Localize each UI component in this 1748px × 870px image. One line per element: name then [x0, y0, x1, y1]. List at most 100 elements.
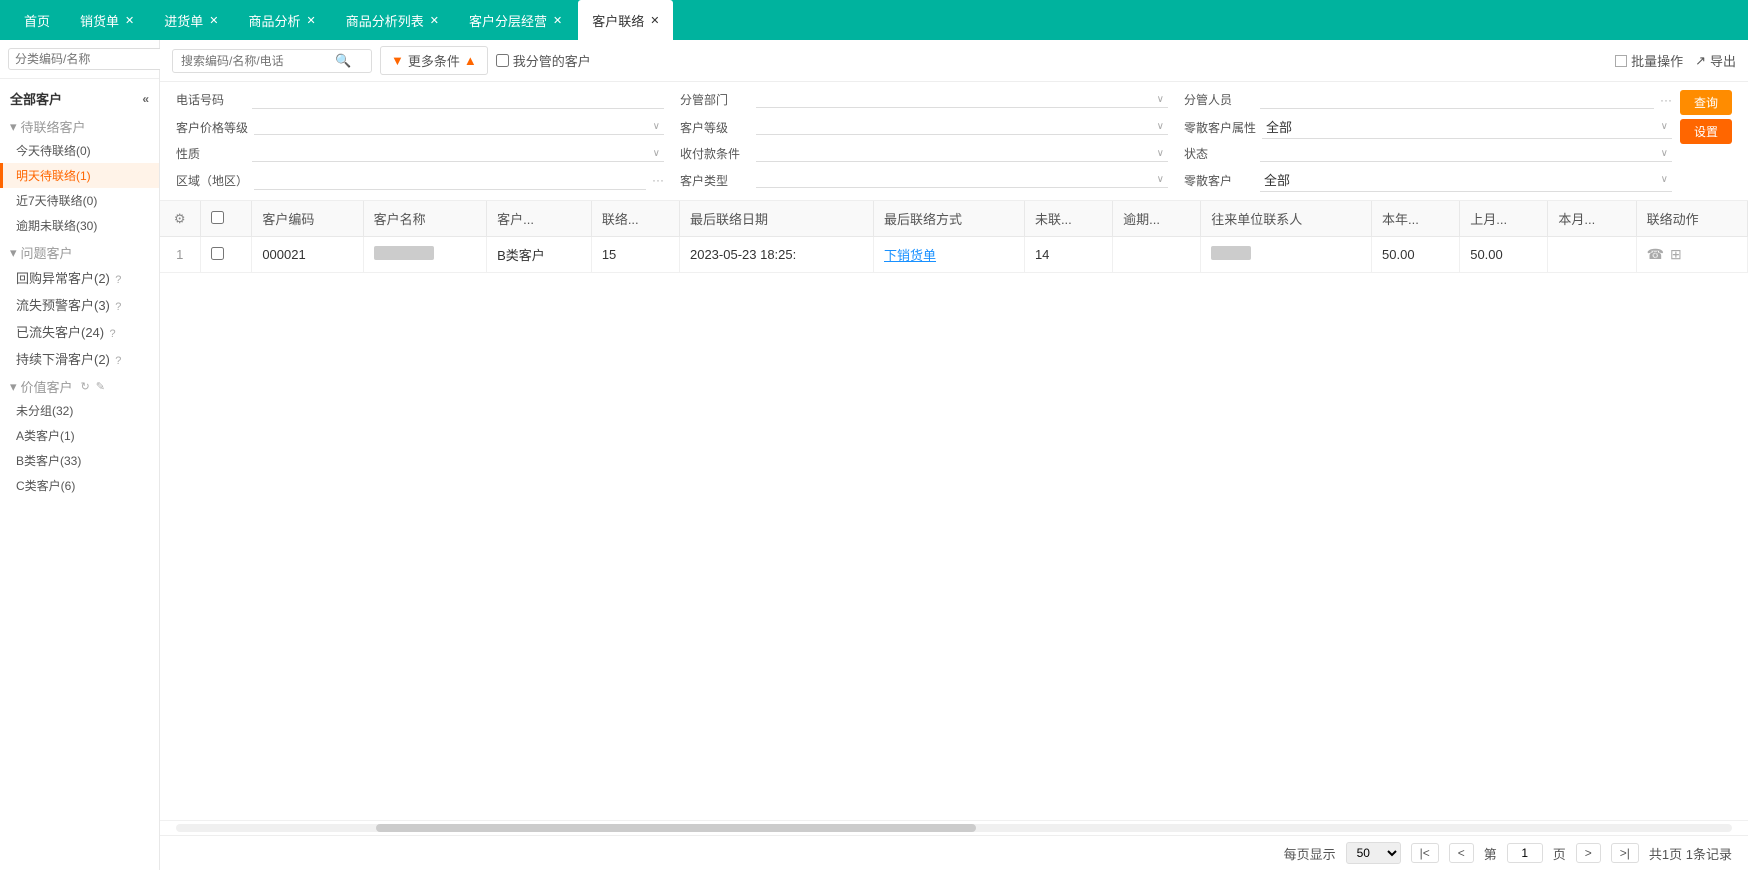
status-label: 状态	[1184, 145, 1254, 162]
sidebar-item-b-class[interactable]: B类客户(33)	[0, 448, 159, 473]
contact-type-link[interactable]: 下销货单	[884, 248, 936, 263]
close-icon[interactable]: ✕	[553, 14, 562, 27]
content-toolbar: 🔍 ▼ 更多条件 ▲ 我分管的客户 批量操作 ↗ 导出	[160, 40, 1748, 82]
edit-icon[interactable]: ✎	[96, 380, 105, 393]
nav-home[interactable]: 首页	[10, 0, 64, 40]
next-page-button[interactable]: >	[1576, 843, 1601, 863]
cell-last-contact-type[interactable]: 下销货单	[874, 237, 1025, 273]
pagination-bar: 每页显示 50 10 20 100 |< < 第 页 > >| 共1页 1条记录	[160, 835, 1748, 870]
nav-purchase-order[interactable]: 进货单 ✕	[150, 0, 232, 40]
person-more-icon[interactable]: ···	[1660, 93, 1672, 107]
toolbar-right: 批量操作 ↗ 导出	[1615, 51, 1736, 70]
close-icon[interactable]: ✕	[125, 14, 134, 27]
cell-checkbox[interactable]	[200, 237, 252, 273]
export-button[interactable]: ↗ 导出	[1695, 51, 1736, 70]
filter-form: 电话号码 分管部门 ∨ 分管人员	[160, 82, 1748, 201]
region-input[interactable]	[254, 171, 646, 190]
my-customers-check[interactable]	[496, 54, 509, 67]
select-all-checkbox[interactable]	[211, 211, 224, 224]
query-button[interactable]: 查询	[1680, 90, 1732, 115]
refresh-icon[interactable]: ↻	[81, 380, 90, 393]
retail-attr-select[interactable]: 全部 ∨	[1262, 115, 1672, 139]
chevron-down-icon: ∨	[653, 121, 660, 132]
triangle-down-icon: ▾	[10, 119, 17, 135]
settings-button[interactable]: 设置	[1680, 119, 1732, 144]
top-navigation: 首页 销货单 ✕ 进货单 ✕ 商品分析 ✕ 商品分析列表 ✕ 客户分层经营 ✕ …	[0, 0, 1748, 40]
person-label: 分管人员	[1184, 91, 1254, 108]
sidebar-item-declining[interactable]: 持续下滑客户(2) ?	[0, 345, 159, 372]
filter-actions: 查询 设置	[1672, 90, 1732, 192]
close-icon[interactable]: ✕	[650, 14, 659, 27]
collapse-icon[interactable]: «	[142, 92, 149, 106]
cell-this-month	[1548, 237, 1636, 273]
cell-num: 1	[160, 237, 200, 273]
th-settings[interactable]: ⚙	[160, 201, 200, 237]
price-level-select[interactable]: ∨	[254, 119, 664, 135]
close-icon[interactable]: ✕	[209, 14, 218, 27]
cell-code: 000021	[252, 237, 363, 273]
help-icon: ?	[115, 355, 121, 367]
close-icon[interactable]: ✕	[430, 14, 439, 27]
nav-product-analysis[interactable]: 商品分析 ✕	[234, 0, 329, 40]
nature-select[interactable]: ∨	[252, 146, 664, 162]
last-page-button[interactable]: >|	[1611, 843, 1639, 863]
first-page-button[interactable]: |<	[1411, 843, 1439, 863]
sidebar-search-input[interactable]	[8, 48, 177, 70]
retail-customer-label: 零散客户	[1184, 172, 1254, 189]
my-customers-checkbox[interactable]: 我分管的客户	[496, 51, 591, 70]
sidebar-item-overdue-contact[interactable]: 逾期未联络(30)	[0, 213, 159, 238]
page-number-input[interactable]	[1507, 843, 1543, 863]
row-checkbox[interactable]	[211, 247, 224, 260]
sidebar-item-c-class[interactable]: C类客户(6)	[0, 473, 159, 498]
person-input[interactable]	[1260, 90, 1654, 109]
region-more-icon[interactable]: ···	[652, 173, 664, 187]
search-input[interactable]	[181, 54, 331, 68]
horizontal-scrollbar[interactable]	[176, 824, 1732, 832]
filter-retail-attr: 零散客户属性 全部 ∨	[1184, 115, 1672, 139]
retail-customer-select[interactable]: 全部 ∨	[1260, 168, 1672, 192]
payment-select[interactable]: ∨	[756, 146, 1168, 162]
sidebar-item-ungrouped[interactable]: 未分组(32)	[0, 398, 159, 423]
phone-input[interactable]	[252, 90, 664, 109]
sidebar-item-a-class[interactable]: A类客户(1)	[0, 423, 159, 448]
price-level-label: 客户价格等级	[176, 119, 248, 136]
sidebar-item-churned[interactable]: 已流失客户(24) ?	[0, 318, 159, 345]
customer-type-select[interactable]: ∨	[756, 172, 1168, 188]
filter-row-2: 客户价格等级 ∨ 客户等级 ∨	[176, 115, 1672, 139]
sidebar-item-churn-warning[interactable]: 流失预警客户(3) ?	[0, 291, 159, 318]
th-this-month: 本月...	[1548, 201, 1636, 237]
sidebar-item-today-contact[interactable]: 今天待联络(0)	[0, 138, 159, 163]
page-size-select[interactable]: 50 10 20 100	[1346, 842, 1401, 864]
more-filter-button[interactable]: ▼ 更多条件 ▲	[380, 46, 488, 75]
all-customers-title[interactable]: 全部客户 «	[0, 85, 159, 112]
sidebar-item-7day-contact[interactable]: 近7天待联络(0)	[0, 188, 159, 213]
nav-customer-contact[interactable]: 客户联络 ✕	[578, 0, 673, 40]
customer-level-select[interactable]: ∨	[756, 119, 1168, 135]
chevron-down-icon: ∨	[653, 148, 660, 159]
sidebar-item-tomorrow-contact[interactable]: 明天待联络(1)	[0, 163, 159, 188]
prev-page-button[interactable]: <	[1449, 843, 1474, 863]
status-select[interactable]: ∨	[1260, 146, 1672, 162]
th-checkbox[interactable]	[200, 201, 252, 237]
sidebar-group-value-customers: ▾ 价值客户 ↻ ✎	[0, 372, 159, 398]
gear-icon[interactable]: ⚙	[174, 211, 186, 226]
cell-contact-count: 15	[591, 237, 679, 273]
triangle-down-icon: ▾	[10, 245, 17, 261]
nav-product-analysis-list[interactable]: 商品分析列表 ✕	[332, 0, 453, 40]
sidebar-item-abnormal-repurchase[interactable]: 回购异常客户(2) ?	[0, 264, 159, 291]
grid-action-icon[interactable]: ⊞	[1670, 246, 1682, 263]
phone-action-icon[interactable]: ☎	[1647, 246, 1664, 263]
search-icon[interactable]: 🔍	[335, 53, 351, 69]
sidebar-group-pending-contact: ▾ 待联络客户	[0, 112, 159, 138]
payment-label: 收付款条件	[680, 145, 750, 162]
nav-customer-segmentation[interactable]: 客户分层经营 ✕	[455, 0, 576, 40]
dept-select[interactable]: ∨	[756, 92, 1168, 108]
nav-sales-order[interactable]: 销货单 ✕	[66, 0, 148, 40]
sidebar-search-area: 🔍	[0, 40, 159, 79]
close-icon[interactable]: ✕	[307, 14, 316, 27]
batch-operation-button[interactable]: 批量操作	[1615, 51, 1683, 70]
scrollbar-thumb[interactable]	[376, 824, 976, 832]
th-contact-count: 联络...	[591, 201, 679, 237]
filter-rows-container: 电话号码 分管部门 ∨ 分管人员	[176, 90, 1732, 192]
sidebar-group-problem-customers: ▾ 问题客户	[0, 238, 159, 264]
